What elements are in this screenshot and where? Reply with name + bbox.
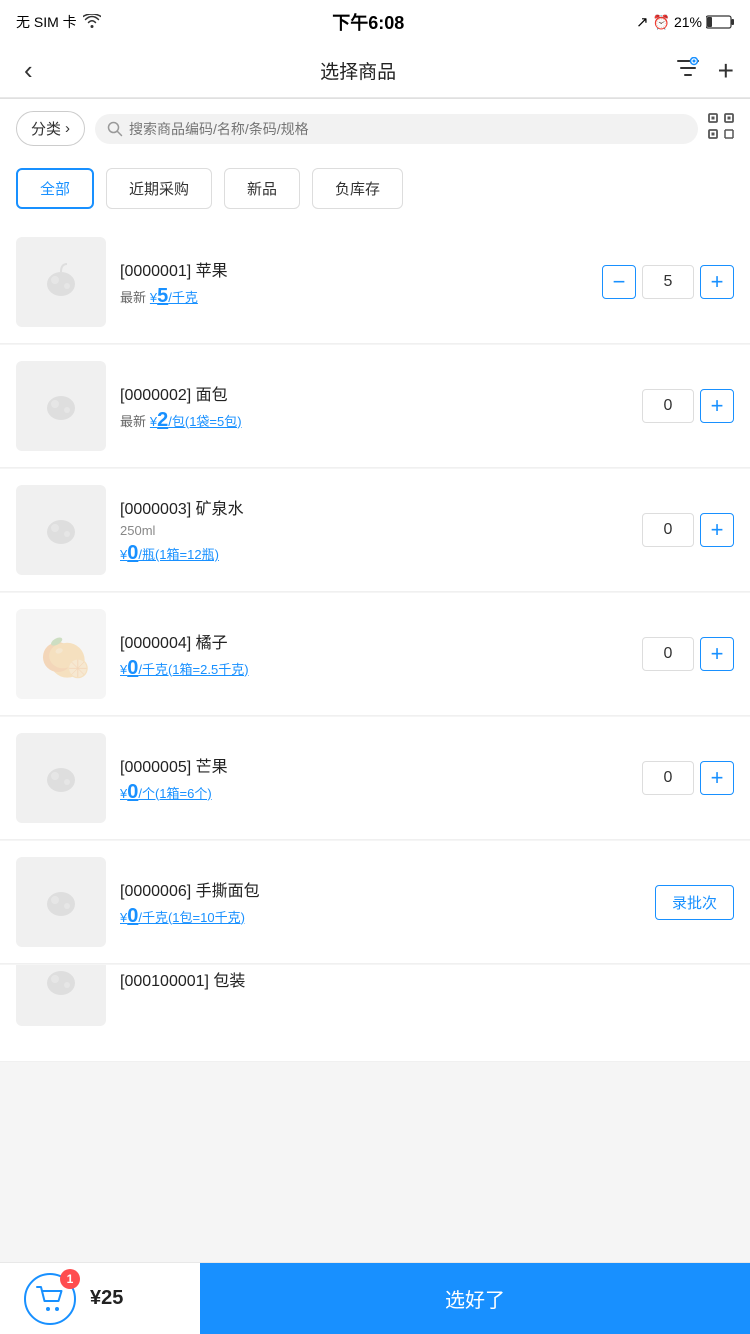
- product-quantity: − +: [602, 265, 734, 299]
- product-info: [0000004] 橘子 ¥0/千克(1箱=2.5千克): [120, 629, 628, 680]
- product-quantity: +: [642, 761, 734, 795]
- status-bar: 无 SIM 卡 下午6:08 ↗ ⏰ 21%: [0, 0, 750, 44]
- category-label: 分类: [31, 118, 61, 139]
- minus-button[interactable]: −: [602, 265, 636, 299]
- filter-button[interactable]: [676, 57, 700, 85]
- product-info: [0000005] 芒果 ¥0/个(1箱=6个): [120, 753, 628, 804]
- quantity-input[interactable]: [642, 265, 694, 299]
- list-item: [0000005] 芒果 ¥0/个(1箱=6个) +: [0, 717, 750, 840]
- plus-button[interactable]: +: [700, 265, 734, 299]
- cart-area: 1 ¥25: [0, 1273, 200, 1325]
- product-info: [0000001] 苹果 最新 ¥5/千克: [120, 257, 588, 308]
- filter-row: 分类 ›: [0, 99, 750, 158]
- search-icon: [107, 121, 123, 137]
- product-image: [16, 361, 106, 451]
- cart-button[interactable]: 1: [24, 1273, 76, 1325]
- product-quantity: +: [642, 513, 734, 547]
- quantity-input[interactable]: [642, 513, 694, 547]
- confirm-button[interactable]: 选好了: [200, 1263, 750, 1334]
- product-name: [0000006] 手撕面包: [120, 877, 641, 901]
- status-left: 无 SIM 卡: [16, 12, 101, 32]
- product-name: [0000005] 芒果: [120, 753, 628, 777]
- quantity-input[interactable]: [642, 637, 694, 671]
- product-price: ¥0/千克(1包=10千克): [120, 905, 641, 928]
- plus-button[interactable]: +: [700, 637, 734, 671]
- product-image: [16, 609, 106, 699]
- product-spec: 250ml: [120, 523, 628, 538]
- battery-icon: [706, 15, 734, 29]
- tab-recent[interactable]: 近期采购: [106, 168, 212, 209]
- list-item: [0000002] 面包 最新 ¥2/包(1袋=5包) +: [0, 345, 750, 468]
- nav-actions: +: [676, 57, 734, 85]
- battery-text: 21%: [674, 14, 702, 30]
- plus-button[interactable]: +: [700, 389, 734, 423]
- product-price: 最新 ¥5/千克: [120, 285, 588, 308]
- category-arrow-icon: ›: [65, 120, 70, 137]
- product-image: [16, 733, 106, 823]
- list-item: [0000003] 矿泉水 250ml ¥0/瓶(1箱=12瓶) +: [0, 469, 750, 592]
- list-item: [0000004] 橘子 ¥0/千克(1箱=2.5千克) +: [0, 593, 750, 716]
- status-right: ↗ ⏰ 21%: [636, 13, 734, 31]
- product-image: [16, 237, 106, 327]
- product-price: ¥0/千克(1箱=2.5千克): [120, 657, 628, 680]
- quantity-input[interactable]: [642, 761, 694, 795]
- tabs-row: 全部 近期采购 新品 负库存: [0, 158, 750, 221]
- plus-button[interactable]: +: [700, 513, 734, 547]
- page-title: 选择商品: [320, 57, 396, 84]
- location-icon: ↗: [636, 13, 649, 31]
- scan-icon[interactable]: [708, 113, 734, 145]
- product-name: [0000001] 苹果: [120, 257, 588, 281]
- carrier-text: 无 SIM 卡: [16, 12, 77, 32]
- product-name: [0000003] 矿泉水: [120, 495, 628, 519]
- bottom-bar: 1 ¥25 选好了: [0, 1262, 750, 1334]
- product-price: ¥0/个(1箱=6个): [120, 781, 628, 804]
- search-input[interactable]: [129, 121, 686, 137]
- tab-negative[interactable]: 负库存: [312, 168, 403, 209]
- cart-total: ¥25: [90, 1287, 123, 1310]
- wifi-icon: [83, 14, 101, 31]
- product-name: [000100001] 包装: [120, 967, 734, 991]
- status-time: 下午6:08: [332, 9, 404, 35]
- product-list: [0000001] 苹果 最新 ¥5/千克 − + [0000002] 面包 最…: [0, 221, 750, 1062]
- batch-button[interactable]: 录批次: [655, 885, 734, 920]
- nav-bar: ‹ 选择商品 +: [0, 44, 750, 98]
- tab-all[interactable]: 全部: [16, 168, 94, 209]
- product-image: [16, 857, 106, 947]
- product-info: [0000003] 矿泉水 250ml ¥0/瓶(1箱=12瓶): [120, 495, 628, 565]
- product-quantity: +: [642, 389, 734, 423]
- product-info: [0000002] 面包 最新 ¥2/包(1袋=5包): [120, 381, 628, 432]
- add-button[interactable]: +: [718, 57, 734, 85]
- back-button[interactable]: ‹: [16, 51, 41, 90]
- cart-badge: 1: [60, 1269, 80, 1289]
- list-item: [000100001] 包装: [0, 965, 750, 1062]
- search-container[interactable]: [95, 114, 698, 144]
- list-item: [0000006] 手撕面包 ¥0/千克(1包=10千克) 录批次: [0, 841, 750, 964]
- product-name: [0000002] 面包: [120, 381, 628, 405]
- quantity-input[interactable]: [642, 389, 694, 423]
- alarm-icon: ⏰: [653, 14, 670, 31]
- product-quantity: 录批次: [655, 885, 734, 920]
- category-button[interactable]: 分类 ›: [16, 111, 85, 146]
- product-price: 最新 ¥2/包(1袋=5包): [120, 409, 628, 432]
- plus-button[interactable]: +: [700, 761, 734, 795]
- list-item: [0000001] 苹果 最新 ¥5/千克 − +: [0, 221, 750, 344]
- product-price: ¥0/瓶(1箱=12瓶): [120, 542, 628, 565]
- product-name: [0000004] 橘子: [120, 629, 628, 653]
- product-quantity: +: [642, 637, 734, 671]
- product-image: [16, 965, 106, 1026]
- product-info: [000100001] 包装: [120, 967, 734, 995]
- product-image: [16, 485, 106, 575]
- product-info: [0000006] 手撕面包 ¥0/千克(1包=10千克): [120, 877, 641, 928]
- tab-new[interactable]: 新品: [224, 168, 300, 209]
